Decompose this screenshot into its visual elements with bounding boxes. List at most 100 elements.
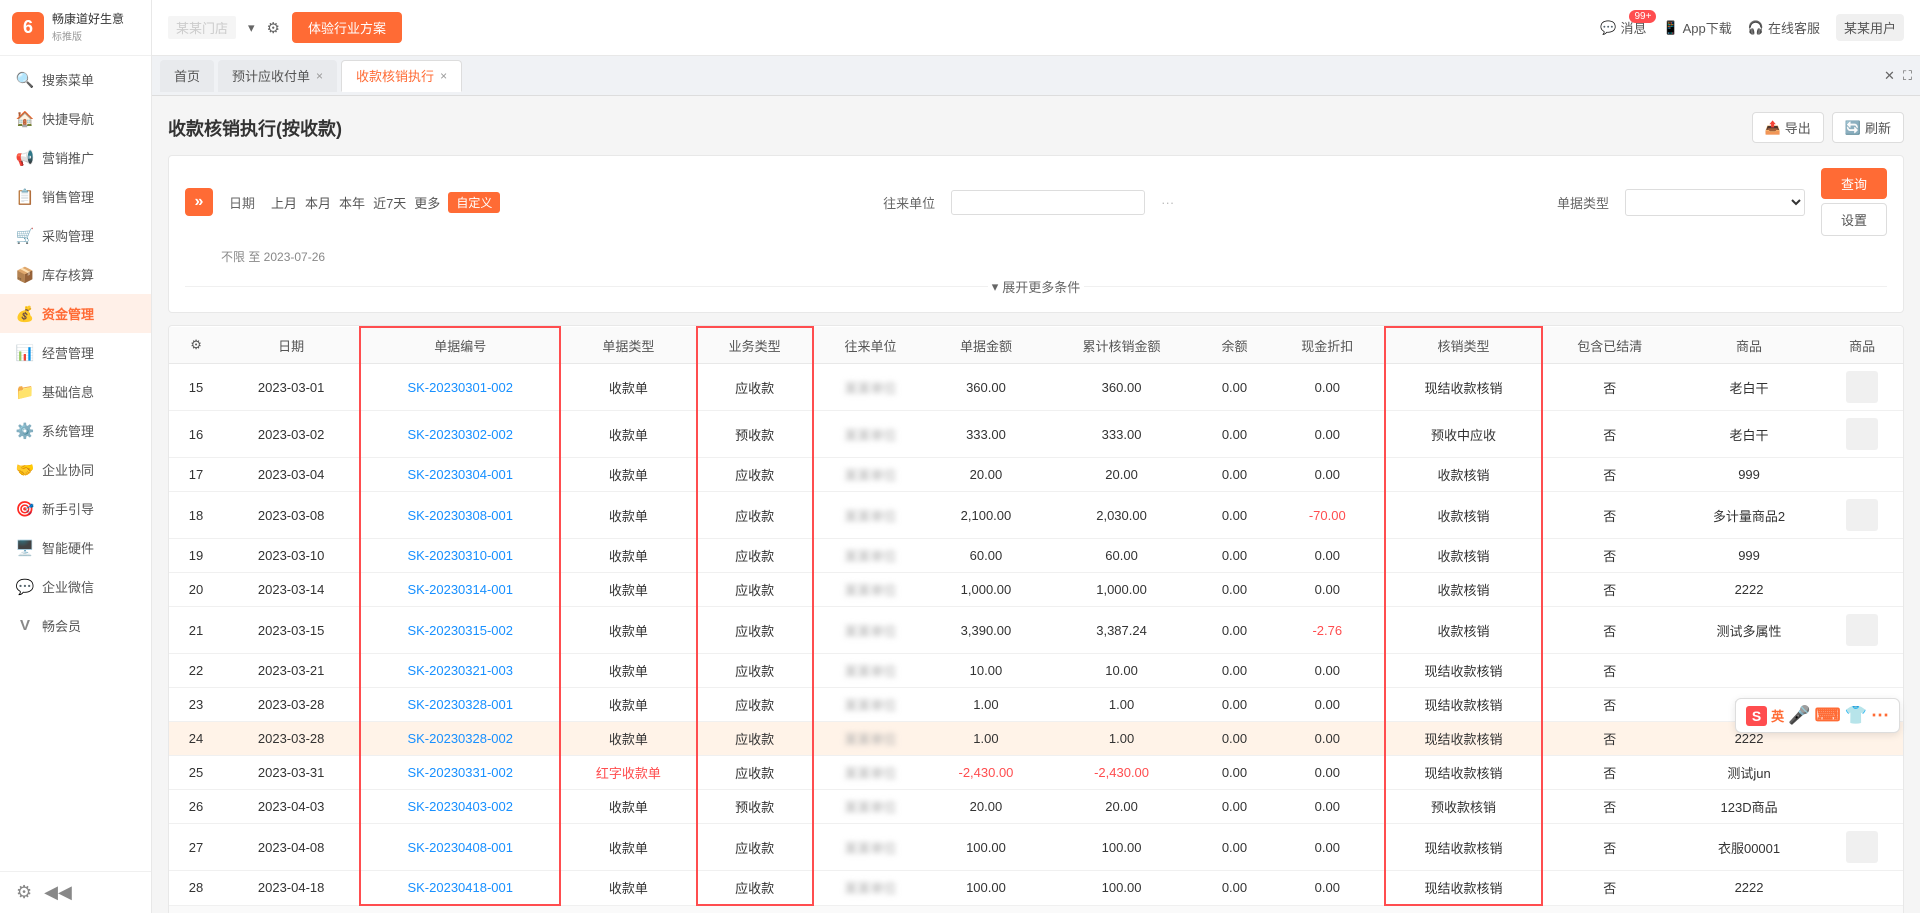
app-download-button[interactable]: 📱 App下载 [1662,18,1731,37]
date-shortcut-more[interactable]: 更多 [414,193,440,212]
sidebar-item-inventory[interactable]: 📦 库存核算 [0,255,151,294]
tab-home[interactable]: 首页 [160,60,214,92]
refresh-button[interactable]: 🔄 刷新 [1832,112,1904,143]
col-header-goods[interactable]: 商品 [1677,327,1822,364]
col-header-verify-type[interactable]: 核销类型 [1385,327,1542,364]
sidebar-item-purchase[interactable]: 🛒 采购管理 [0,216,151,255]
sidebar-item-quick-nav[interactable]: 🏠 快捷导航 [0,99,151,138]
partner-filter-input[interactable] [951,190,1145,215]
cell-doc-no: SK-20230418-001 [360,871,560,906]
doc-no-link[interactable]: SK-20230331-002 [407,765,513,780]
cell-doc-no: SK-20230310-001 [360,539,560,573]
mic-icon[interactable]: 🎤 [1788,705,1810,726]
date-shortcut-7days[interactable]: 近7天 [373,193,406,212]
doc-no-link[interactable]: SK-20230403-002 [407,799,513,814]
sidebar-item-sales[interactable]: 📋 销售管理 [0,177,151,216]
doc-no-link[interactable]: SK-20230408-001 [407,840,513,855]
date-shortcut-custom[interactable]: 自定义 [448,192,500,213]
sidebar-item-member[interactable]: V 畅会员 [0,606,151,645]
cell-seq: 28 [169,871,223,906]
col-header-seq[interactable]: ⚙ [169,327,223,364]
expand-more-button[interactable]: ▾ 展开更多条件 [988,273,1085,300]
cell-balance: 0.00 [1198,607,1270,654]
keyboard-icon[interactable]: ⌨ [1815,705,1841,726]
sidebar-item-search[interactable]: 🔍 搜索菜单 [0,60,151,99]
shirt-icon[interactable]: 👕 [1845,705,1867,726]
export-button[interactable]: 📤 导出 [1752,112,1824,143]
cell-doc-type: 收款单 [560,688,696,722]
sidebar-item-finance[interactable]: 💰 资金管理 [0,294,151,333]
doc-no-link[interactable]: SK-20230304-001 [407,467,513,482]
collapse-icon[interactable]: ◀◀ [44,882,72,903]
col-header-include-settled[interactable]: 包含已结清 [1542,327,1677,364]
tab-prepay-close[interactable]: × [316,69,323,83]
date-shortcut-this-month[interactable]: 本月 [305,193,331,212]
tab-collection[interactable]: 收款核销执行 × [341,60,462,92]
sidebar-item-operations[interactable]: 📊 经营管理 [0,333,151,372]
cell-doc-no: SK-20230403-002 [360,790,560,824]
doc-no-link[interactable]: SK-20230301-002 [407,380,513,395]
tab-prepay[interactable]: 预计应收付单 × [218,60,337,92]
grid-icon[interactable]: ⋯ [1871,705,1889,726]
marketing-icon: 📢 [16,149,34,167]
col-header-goods-img[interactable]: 商品 [1821,327,1903,364]
cell-discount: 0.00 [1271,871,1385,906]
cell-biz-type: 应收款 [697,492,813,539]
tab-collection-close[interactable]: × [440,69,447,83]
cell-doc-type: 收款单 [560,539,696,573]
cell-partner: 某某单位 [813,411,927,458]
export-label: 导出 [1785,118,1811,137]
col-header-balance[interactable]: 余额 [1198,327,1270,364]
expand-chevron-icon: ▾ [992,279,999,295]
sidebar-item-enterprise[interactable]: 🤝 企业协同 [0,450,151,489]
query-button[interactable]: 查询 [1821,168,1887,199]
doc-no-link[interactable]: SK-20230310-001 [407,548,513,563]
col-header-date[interactable]: 日期 [223,327,360,364]
cell-doc-no: SK-20230321-003 [360,654,560,688]
table-row: 22 2023-03-21 SK-20230321-003 收款单 应收款 某某… [169,654,1903,688]
doc-no-link[interactable]: SK-20230315-002 [407,623,513,638]
online-service-button[interactable]: 🎧 在线客服 [1748,18,1820,37]
sidebar-item-guide[interactable]: 🎯 新手引导 [0,489,151,528]
sidebar-item-system[interactable]: ⚙️ 系统管理 [0,411,151,450]
date-shortcut-this-year[interactable]: 本年 [339,193,365,212]
cell-goods: 123D商品 [1677,790,1822,824]
tab-close-all-icon[interactable]: ✕ [1884,68,1895,84]
sidebar-item-wechat[interactable]: 💬 企业微信 [0,567,151,606]
col-header-verified[interactable]: 累计核销金额 [1045,327,1199,364]
doc-no-link[interactable]: SK-20230302-002 [407,427,513,442]
doc-type-filter-select[interactable]: 收款单 红字收款单 [1625,189,1805,216]
tab-expand-icon[interactable]: ⛶ [1903,68,1912,84]
settings-gear-icon[interactable]: ⚙ [16,882,32,903]
user-avatar[interactable]: 某某用户 [1836,14,1904,41]
col-header-partner[interactable]: 往来单位 [813,327,927,364]
header-dropdown-icon[interactable]: ▾ [248,20,255,36]
cell-discount: 0.00 [1271,654,1385,688]
doc-no-link[interactable]: SK-20230308-001 [407,508,513,523]
goods-thumbnail [1846,418,1878,450]
col-header-amount[interactable]: 单据金额 [927,327,1045,364]
hardware-icon: 🖥️ [16,539,34,557]
logo-icon: 6 [12,12,44,44]
filter-toggle-button[interactable]: » [185,188,213,216]
sidebar-item-marketing[interactable]: 📢 营销推广 [0,138,151,177]
doc-no-link[interactable]: SK-20230418-001 [407,880,513,895]
messages-button[interactable]: 💬 消息 99+ [1600,18,1646,37]
col-header-doc-type[interactable]: 单据类型 [560,327,696,364]
date-shortcut-last-month[interactable]: 上月 [271,193,297,212]
partner-more-icon[interactable]: ··· [1161,195,1174,210]
setting-button[interactable]: 设置 [1821,203,1887,236]
sidebar-item-basic[interactable]: 📁 基础信息 [0,372,151,411]
sidebar-item-hardware[interactable]: 🖥️ 智能硬件 [0,528,151,567]
col-header-doc-no[interactable]: 单据编号 [360,327,560,364]
doc-no-link[interactable]: SK-20230328-001 [407,697,513,712]
doc-no-link[interactable]: SK-20230314-001 [407,582,513,597]
col-header-discount[interactable]: 现金折扣 [1271,327,1385,364]
industry-solution-button[interactable]: 体验行业方案 [292,12,402,43]
table-row: 25 2023-03-31 SK-20230331-002 红字收款单 应收款 … [169,756,1903,790]
doc-no-link[interactable]: SK-20230321-003 [407,663,513,678]
header-gear-icon[interactable]: ⚙ [267,19,280,37]
message-icon: 💬 [1600,20,1616,36]
doc-no-link[interactable]: SK-20230328-002 [407,731,513,746]
col-header-biz-type[interactable]: 业务类型 [697,327,813,364]
